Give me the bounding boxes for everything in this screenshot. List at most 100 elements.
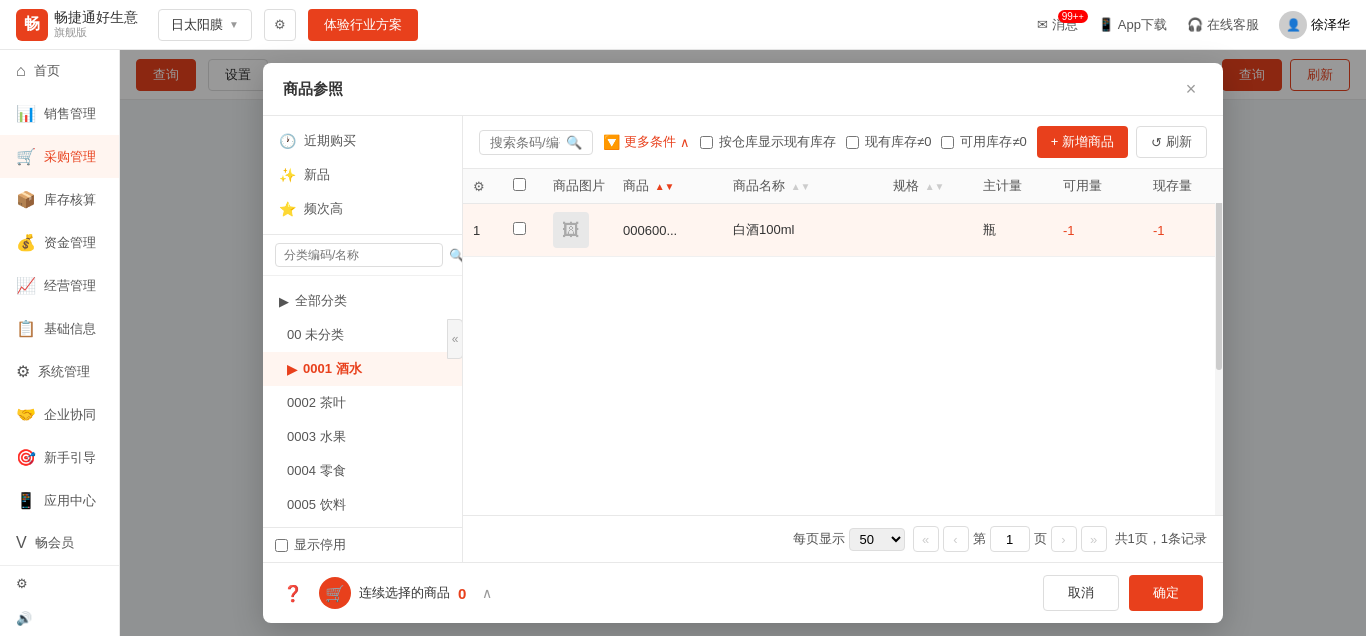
quick-tab-frequent[interactable]: ⭐ 频次高: [263, 192, 462, 226]
total-records-label: 共1页，1条记录: [1115, 530, 1207, 548]
sidebar-item-vip[interactable]: V 畅会员: [0, 522, 119, 564]
cat-fruit[interactable]: 0003 水果: [263, 420, 462, 454]
refresh-icon: ↺: [1151, 135, 1162, 150]
quick-tab-new[interactable]: ✨ 新品: [263, 158, 462, 192]
sidebar-item-inventory[interactable]: 📦 库存核算: [0, 178, 119, 221]
quick-tab-frequent-label: 频次高: [304, 200, 343, 218]
settings-button[interactable]: ⚙: [264, 9, 296, 41]
th-spec: 规格 ▲▼: [883, 169, 973, 204]
cat-beverage[interactable]: 0005 饮料: [263, 488, 462, 522]
cart-area[interactable]: 🛒 连续选择的商品 0: [319, 577, 466, 609]
collapse-button[interactable]: «: [447, 319, 463, 359]
cat-label-uncategorized: 00 未分类: [287, 326, 344, 344]
sidebar-label-sales: 销售管理: [44, 105, 96, 123]
prev-page-button[interactable]: ‹: [943, 526, 969, 552]
th-stock-label: 现存量: [1153, 178, 1192, 193]
select-all-checkbox[interactable]: [513, 178, 526, 191]
try-industry-button[interactable]: 体验行业方案: [308, 9, 418, 41]
toolbar: 🔍 🔽 更多条件 ∧ 按仓库显示现有库存: [463, 116, 1223, 169]
cat-label-snack: 0004 零食: [287, 462, 346, 480]
category-search-input[interactable]: [275, 243, 443, 267]
finance-icon: 💰: [16, 233, 36, 252]
cart-collapse-icon[interactable]: ∧: [482, 585, 492, 601]
table-scrollbar[interactable]: [1215, 169, 1223, 515]
add-product-button[interactable]: + 新增商品: [1037, 126, 1128, 158]
quick-tab-recent[interactable]: 🕐 近期购买: [263, 124, 462, 158]
more-filter-button[interactable]: 🔽 更多条件 ∧: [603, 133, 690, 151]
code-sort-icon[interactable]: ▲▼: [655, 181, 675, 192]
category-search-icon[interactable]: 🔍: [449, 248, 463, 263]
sidebar-item-operations[interactable]: 📈 经营管理: [0, 264, 119, 307]
cat-label-liquor: 0001 酒水: [303, 360, 362, 378]
page-number-input[interactable]: [990, 526, 1030, 552]
help-icon[interactable]: ❓: [283, 584, 303, 603]
cat-uncategorized[interactable]: 00 未分类: [263, 318, 462, 352]
th-img: 商品图片: [543, 169, 613, 204]
message-icon-item[interactable]: ✉ 消息 99++: [1037, 16, 1078, 34]
dialog-close-button[interactable]: ×: [1179, 77, 1203, 101]
next-page-button[interactable]: ›: [1051, 526, 1077, 552]
frequent-icon: ⭐: [279, 201, 296, 217]
top-nav: 畅 畅捷通好生意 旗舰版 日太阳膜 ▼ ⚙ 体验行业方案 ✉ 消息 99++ 📱…: [0, 0, 1366, 50]
spec-sort-icon[interactable]: ▲▼: [925, 181, 945, 192]
sidebar-label-home: 首页: [34, 62, 60, 80]
per-page-select[interactable]: 50 100 200: [849, 528, 905, 551]
sidebar-item-enterprise[interactable]: 🤝 企业协同: [0, 393, 119, 436]
cat-liquor[interactable]: ▶ 0001 酒水: [263, 352, 462, 386]
th-stock: 现存量: [1143, 169, 1223, 204]
sidebar-item-basic-info[interactable]: 📋 基础信息: [0, 307, 119, 350]
page-nav: « ‹ 第 页 › »: [913, 526, 1107, 552]
table-header: ⚙ 商品图片: [463, 169, 1223, 204]
sidebar-label-purchase: 采购管理: [44, 148, 96, 166]
cat-snack[interactable]: 0004 零食: [263, 454, 462, 488]
guide-icon: 🎯: [16, 448, 36, 467]
nav-selector[interactable]: 日太阳膜 ▼: [158, 9, 252, 41]
sidebar-item-guide[interactable]: 🎯 新手引导: [0, 436, 119, 479]
purchase-icon: 🛒: [16, 147, 36, 166]
nonzero-avail-checkbox-group: 可用库存≠0: [941, 133, 1026, 151]
name-sort-icon[interactable]: ▲▼: [791, 181, 811, 192]
table-row[interactable]: 1 🖼 000600... 白酒100ml: [463, 204, 1223, 257]
online-service-item[interactable]: 🎧 在线客服: [1187, 16, 1259, 34]
warehouse-stock-label: 按仓库显示现有库存: [719, 133, 836, 151]
cancel-button[interactable]: 取消: [1043, 575, 1119, 611]
cat-all[interactable]: ▶ 全部分类: [263, 284, 462, 318]
warehouse-stock-checkbox[interactable]: [700, 136, 713, 149]
first-page-button[interactable]: «: [913, 526, 939, 552]
show-disabled-checkbox[interactable]: [275, 539, 288, 552]
nonzero-avail-checkbox[interactable]: [941, 136, 954, 149]
product-image: 🖼: [553, 212, 589, 248]
show-disabled-label[interactable]: 显示停用: [294, 536, 346, 554]
confirm-button[interactable]: 确定: [1129, 575, 1203, 611]
product-search-input[interactable]: [490, 135, 560, 150]
warehouse-stock-checkbox-group: 按仓库显示现有库存: [700, 133, 836, 151]
row-img-cell: 🖼: [543, 204, 613, 257]
app-download-item[interactable]: 📱 App下载: [1098, 16, 1167, 34]
dialog-header: 商品参照 ×: [263, 63, 1223, 116]
refresh-products-button[interactable]: ↺ 刷新: [1136, 126, 1207, 158]
filter-arrow: ∧: [680, 135, 690, 150]
cat-arrow-all: ▶: [279, 294, 289, 309]
sidebar-item-system[interactable]: ⚙ 系统管理: [0, 350, 119, 393]
sidebar-item-purchase[interactable]: 🛒 采购管理: [0, 135, 119, 178]
row-stock: -1: [1143, 204, 1223, 257]
mobile-icon: 📱: [1098, 17, 1114, 32]
sidebar-item-finance[interactable]: 💰 资金管理: [0, 221, 119, 264]
column-settings-icon[interactable]: ⚙: [473, 179, 485, 194]
user-area[interactable]: 👤 徐泽华: [1279, 11, 1350, 39]
sidebar-item-home[interactable]: ⌂ 首页: [0, 50, 119, 92]
sidebar-item-sales[interactable]: 📊 销售管理: [0, 92, 119, 135]
row-checkbox[interactable]: [513, 222, 526, 235]
last-page-button[interactable]: »: [1081, 526, 1107, 552]
product-search-bar[interactable]: 🔍: [479, 130, 593, 155]
th-code-label: 商品: [623, 178, 649, 193]
sidebar-item-apps[interactable]: 📱 应用中心: [0, 479, 119, 522]
sidebar-collapse[interactable]: 🔊: [0, 601, 119, 636]
nonzero-stock-checkbox[interactable]: [846, 136, 859, 149]
cat-tea[interactable]: 0002 茶叶: [263, 386, 462, 420]
sidebar-settings[interactable]: ⚙: [0, 566, 119, 601]
nonzero-avail-label: 可用库存≠0: [960, 133, 1026, 151]
row-checkbox-cell[interactable]: [503, 204, 543, 257]
dialog-body: 🕐 近期购买 ✨ 新品 ⭐ 频次高 «: [263, 116, 1223, 562]
per-page-select-area: 每页显示 50 100 200: [793, 528, 905, 551]
